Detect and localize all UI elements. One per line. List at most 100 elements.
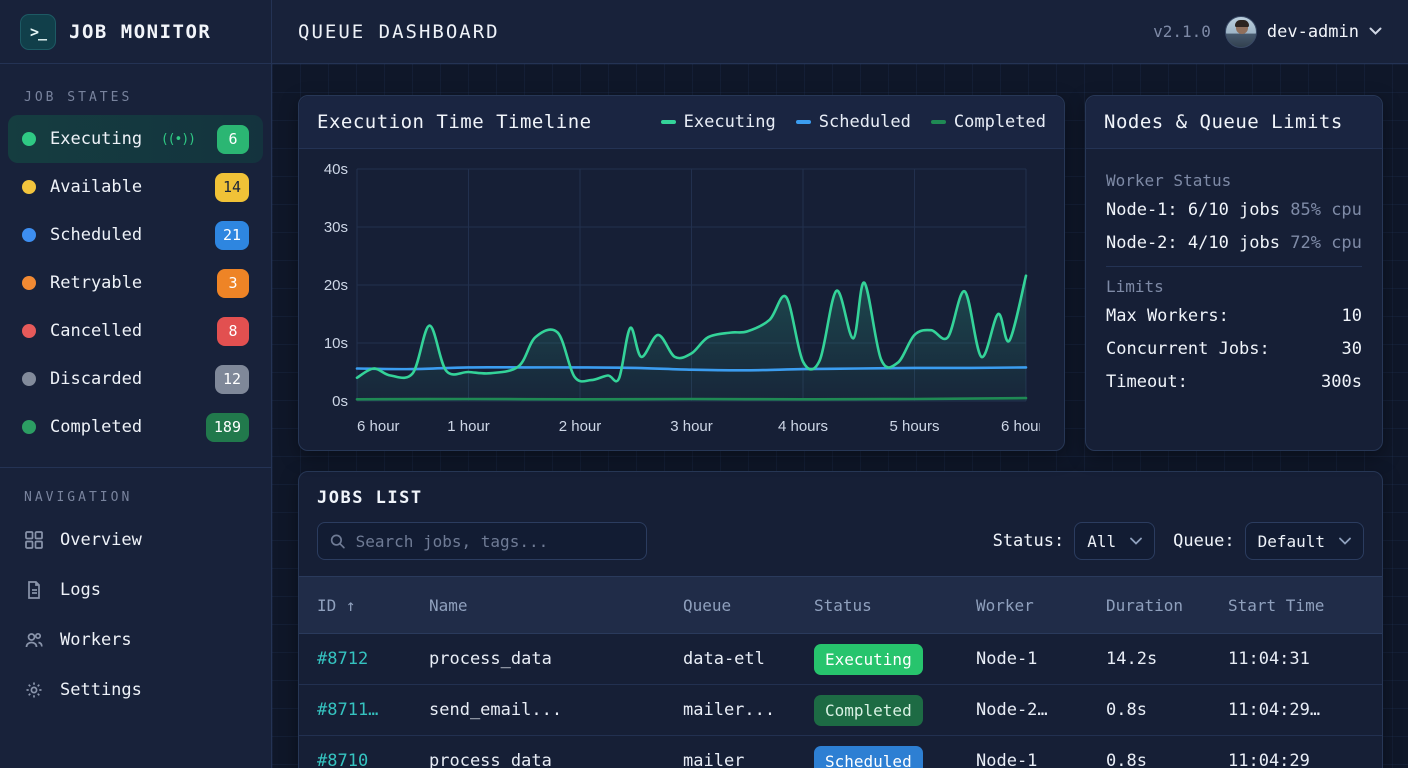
worker-jobs: 6/10 jobs bbox=[1187, 200, 1291, 220]
sidebar-item-executing[interactable]: Executing ((•)) 6 bbox=[8, 115, 263, 163]
search-icon bbox=[330, 534, 345, 548]
job-duration-cell: 14.2s bbox=[1106, 649, 1158, 669]
table-body: #8712 process_data data-etl Executing Node-1… bbox=[299, 634, 1382, 768]
table-row[interactable]: #8712 process_data data-etl Executing Node-1… bbox=[299, 634, 1382, 685]
sidebar-item-scheduled[interactable]: Scheduled 21 bbox=[8, 211, 263, 259]
status-badge: Scheduled bbox=[814, 745, 923, 768]
status-dot bbox=[22, 420, 36, 434]
table-row[interactable]: #8710 process_data mailer Scheduled Node-1 0.… bbox=[299, 736, 1382, 768]
count-badge: 3 bbox=[217, 268, 249, 298]
job-status-cell: Completed bbox=[814, 694, 976, 726]
status-badge: Executing bbox=[814, 643, 923, 675]
chevron-down-icon bbox=[1339, 537, 1351, 545]
sidebar-item-label: Executing bbox=[50, 129, 143, 149]
job-status-cell: Executing bbox=[814, 643, 976, 675]
live-signal-icon: ((•)) bbox=[160, 131, 196, 147]
column-header[interactable]: Queue bbox=[683, 596, 814, 615]
job-start-cell: 11:04:31 bbox=[1228, 649, 1310, 669]
legend-item-completed[interactable]: Completed bbox=[930, 112, 1046, 132]
app-title: JOB MONITOR bbox=[69, 20, 212, 43]
column-header[interactable]: Start Time bbox=[1228, 596, 1364, 615]
svg-text:30s: 30s bbox=[324, 219, 348, 236]
sidebar-item-workers[interactable]: Workers bbox=[8, 615, 263, 665]
limit-label: Timeout: bbox=[1106, 372, 1188, 392]
column-header[interactable]: Status bbox=[814, 596, 976, 615]
job-queue-cell: mailer... bbox=[683, 700, 776, 720]
count-badge: 189 bbox=[205, 412, 249, 442]
count-badge: 14 bbox=[214, 172, 249, 202]
count-badge: 6 bbox=[217, 124, 249, 154]
navigation-section-label: NAVIGATION bbox=[24, 490, 133, 505]
limits-label: Limits bbox=[1106, 277, 1164, 296]
worker-status-list: Node-1: 6/10 jobs 85% cpu Node-2: 4/10 jo… bbox=[1106, 200, 1362, 253]
top-header: >_ JOB MONITOR QUEUE DASHBOARD v2.1.0 de… bbox=[0, 0, 1408, 64]
job-worker-cell: Node-1 bbox=[976, 649, 1038, 669]
user-menu[interactable]: dev-admin bbox=[1224, 15, 1382, 48]
filters: Status: All Queue: Default bbox=[993, 522, 1364, 560]
search-input[interactable] bbox=[355, 531, 634, 551]
navigation-list: Overview Logs Workers Settings bbox=[0, 515, 271, 715]
count-badge: 12 bbox=[214, 364, 249, 394]
legend-swatch bbox=[660, 120, 676, 124]
grid-icon bbox=[24, 530, 44, 550]
worker-status-row: Node-1: 6/10 jobs 85% cpu bbox=[1106, 200, 1362, 220]
version-label: v2.1.0 bbox=[1153, 22, 1211, 41]
chevron-down-icon bbox=[1369, 27, 1382, 35]
chart-body: 0s 10s 20s 30s 40s 6 hour 1 hour 2 hour 3 hour 4 … bbox=[299, 149, 1064, 451]
limits-list: Max Workers: 10 Concurrent Jobs: 30 Timeout:… bbox=[1106, 306, 1362, 392]
legend-swatch bbox=[795, 120, 811, 124]
column-header[interactable]: Worker bbox=[976, 596, 1106, 615]
filter-queue-select[interactable]: Default bbox=[1244, 522, 1364, 560]
limit-value: 10 bbox=[1341, 306, 1362, 326]
selected-value: All bbox=[1087, 531, 1117, 551]
sidebar-item-retryable[interactable]: Retryable 3 bbox=[8, 259, 263, 307]
completed-line bbox=[355, 396, 1028, 401]
table-row[interactable]: #8711… send_email... mailer... Completed Nod… bbox=[299, 685, 1382, 736]
logo-glyph: >_ bbox=[29, 22, 47, 41]
filter-queue: Queue: Default bbox=[1173, 522, 1364, 560]
worker-status-row: Node-2: 4/10 jobs 72% cpu bbox=[1106, 233, 1362, 253]
svg-text:6 hour: 6 hour bbox=[357, 418, 400, 435]
worker-name: Node-2: bbox=[1106, 233, 1188, 253]
jobs-table: ID ↑ Name Queue Status Worker Duration Start T… bbox=[299, 576, 1382, 768]
job-start-cell: 11:04:29 bbox=[1228, 751, 1310, 768]
status-dot bbox=[22, 180, 36, 194]
column-header[interactable]: ID ↑ bbox=[317, 596, 429, 615]
limit-label: Concurrent Jobs: bbox=[1106, 339, 1270, 359]
nodes-card-title: Nodes & Queue Limits bbox=[1104, 111, 1343, 133]
filter-status: Status: All bbox=[993, 522, 1156, 560]
column-header[interactable]: Duration bbox=[1106, 596, 1228, 615]
sidebar-item-label: Cancelled bbox=[50, 321, 143, 341]
job-status-cell: Scheduled bbox=[814, 745, 976, 768]
sidebar-item-available[interactable]: Available 14 bbox=[8, 163, 263, 211]
legend-item-scheduled[interactable]: Scheduled bbox=[795, 112, 911, 132]
job-name-cell: process_data bbox=[429, 649, 552, 669]
users-icon bbox=[24, 630, 44, 650]
svg-text:2 hour: 2 hour bbox=[559, 418, 602, 435]
chart-title: Execution Time Timeline bbox=[317, 111, 592, 133]
sidebar-item-completed[interactable]: Completed 189 bbox=[8, 403, 263, 451]
sidebar-item-cancelled[interactable]: Cancelled 8 bbox=[8, 307, 263, 355]
nav-item-label: Workers bbox=[60, 630, 132, 650]
sidebar-item-overview[interactable]: Overview bbox=[8, 515, 263, 565]
filter-status-select[interactable]: All bbox=[1074, 522, 1156, 560]
sidebar-item-logs[interactable]: Logs bbox=[8, 565, 263, 615]
svg-text:20s: 20s bbox=[324, 277, 348, 294]
filter-label: Queue: bbox=[1173, 531, 1235, 551]
column-header[interactable]: Name bbox=[429, 596, 683, 615]
gear-icon bbox=[24, 680, 44, 700]
svg-text:10s: 10s bbox=[324, 335, 348, 352]
count-badge: 21 bbox=[214, 220, 249, 250]
svg-text:6 hours: 6 hours bbox=[1001, 418, 1040, 435]
status-dot bbox=[22, 132, 36, 146]
sidebar-item-discarded[interactable]: Discarded 12 bbox=[8, 355, 263, 403]
file-icon bbox=[24, 580, 44, 600]
status-dot bbox=[22, 324, 36, 338]
job-duration-cell: 0.8s bbox=[1106, 700, 1147, 720]
sidebar-item-settings[interactable]: Settings bbox=[8, 665, 263, 715]
legend-swatch bbox=[930, 120, 946, 124]
job-worker-cell: Node-1 bbox=[976, 751, 1038, 768]
legend-item-executing[interactable]: Executing bbox=[660, 112, 776, 132]
count-badge: 8 bbox=[217, 316, 249, 346]
job-id-cell: #8711… bbox=[317, 700, 379, 720]
